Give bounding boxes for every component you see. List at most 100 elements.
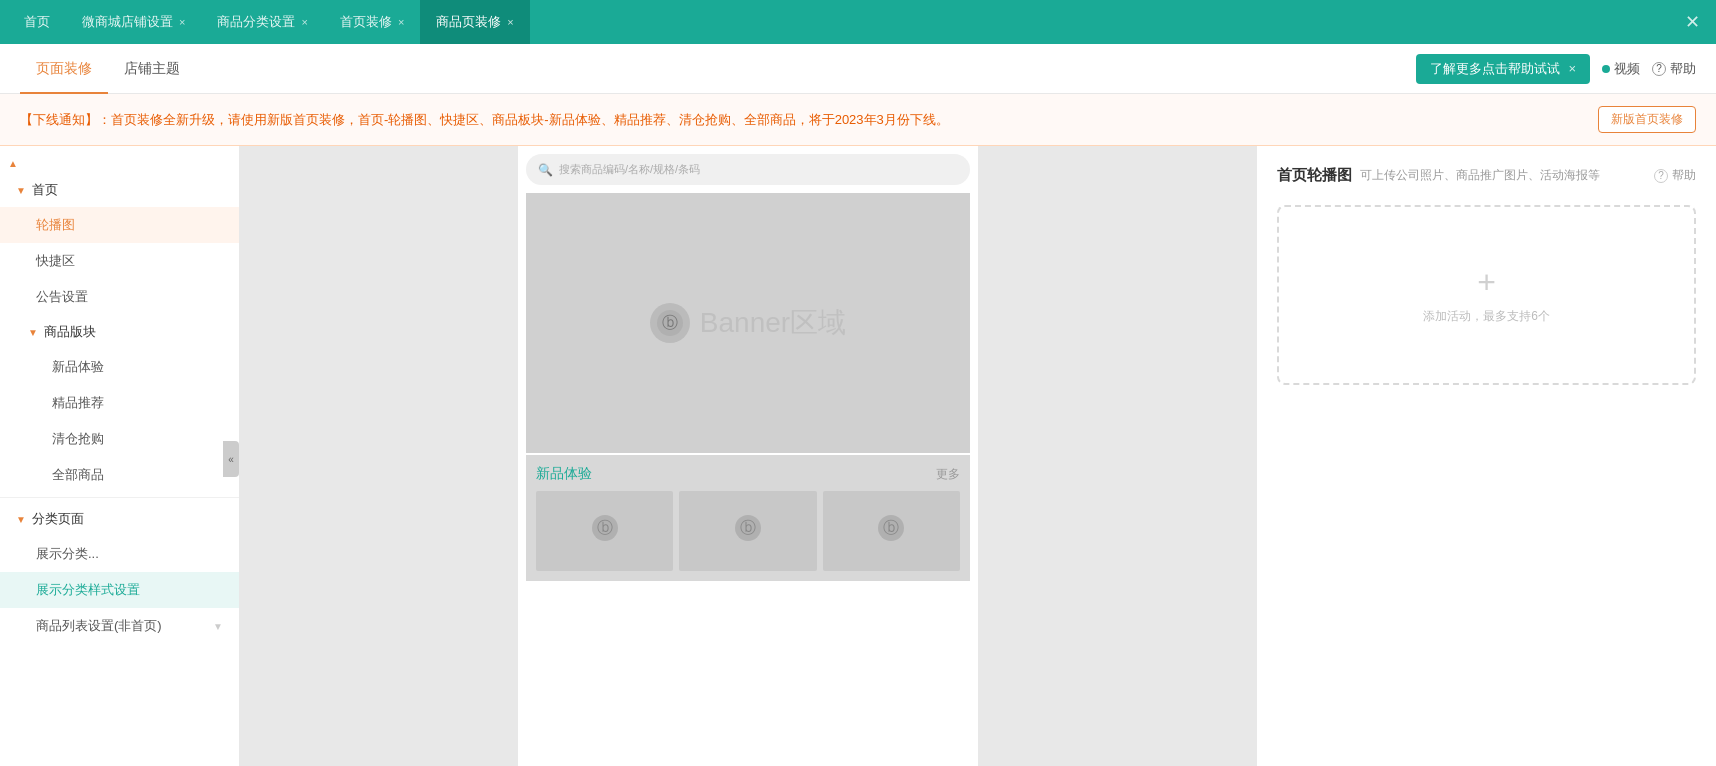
sidebar-item-new-exp-label: 新品体验 (52, 359, 104, 374)
svg-text:ⓑ: ⓑ (883, 519, 899, 536)
sidebar-item-shortcuts[interactable]: 快捷区 (0, 243, 239, 279)
tab-store-settings-label: 微商城店铺设置 (82, 13, 173, 31)
sidebar-group-products-label: 商品版块 (44, 323, 96, 341)
right-panel-help-label: 帮助 (1672, 167, 1696, 184)
product-thumb-2: ⓑ (679, 491, 816, 571)
product-section: 新品体验 更多 ⓑ ⓑ (526, 455, 970, 581)
sidebar-item-banner[interactable]: 轮播图 (0, 207, 239, 243)
sidebar-group-products[interactable]: ▼ 商品版块 (0, 315, 239, 349)
sidebar-item-show-category-label: 展示分类... (36, 546, 99, 561)
search-placeholder: 搜索商品编码/名称/规格/条码 (559, 162, 700, 177)
tab-home[interactable]: 首页 (8, 0, 66, 44)
chevron-left-icon: « (228, 454, 234, 465)
sub-nav-bar: 页面装修 店铺主题 了解更多点击帮助试试 × 视频 ? 帮助 (0, 44, 1716, 94)
sidebar-item-show-category[interactable]: 展示分类... (0, 536, 239, 572)
sidebar-item-banner-label: 轮播图 (36, 217, 75, 232)
help-banner[interactable]: 了解更多点击帮助试试 × (1416, 54, 1590, 84)
sidebar-item-featured[interactable]: 精品推荐 (0, 385, 239, 421)
right-panel-help-link[interactable]: ? 帮助 (1654, 167, 1696, 184)
product-grid: ⓑ ⓑ ⓑ (536, 491, 960, 571)
tab-store-settings[interactable]: 微商城店铺设置 × (66, 0, 201, 44)
upload-label: 添加活动，最多支持6个 (1423, 308, 1550, 325)
help-banner-close[interactable]: × (1568, 61, 1576, 76)
sidebar-item-all-products[interactable]: 全部商品 (0, 457, 239, 493)
sidebar-item-clearance-label: 清仓抢购 (52, 431, 104, 446)
brand-icon: ⓑ (650, 303, 690, 343)
product-icon-2: ⓑ (732, 512, 764, 551)
sidebar-item-product-list-label: 商品列表设置(非首页) (36, 617, 162, 635)
tab-page-decor-label: 页面装修 (36, 60, 92, 78)
preview-area: 🔍 搜索商品编码/名称/规格/条码 ⓑ Banner区域 (240, 146, 1256, 766)
tab-product-decor[interactable]: 商品页装修 × (420, 0, 529, 44)
sidebar-item-product-list-settings[interactable]: 商品列表设置(非首页) ▼ (0, 608, 239, 644)
sub-nav-right: 了解更多点击帮助试试 × 视频 ? 帮助 (1416, 54, 1696, 84)
sidebar-group-homepage[interactable]: ▼ 首页 (0, 173, 239, 207)
sidebar-item-category-style-label: 展示分类样式设置 (36, 582, 140, 597)
sidebar-group-category[interactable]: ▼ 分类页面 (0, 502, 239, 536)
question-circle-icon: ? (1654, 169, 1668, 183)
tab-category-settings[interactable]: 商品分类设置 × (201, 0, 323, 44)
tab-homepage-decor-close[interactable]: × (398, 16, 404, 28)
sidebar-group-homepage-label: 首页 (32, 181, 58, 199)
tab-homepage-decor[interactable]: 首页装修 × (324, 0, 420, 44)
sidebar-item-new-exp[interactable]: 新品体验 (0, 349, 239, 385)
sidebar-item-notice[interactable]: 公告设置 (0, 279, 239, 315)
collapse-arrow-home[interactable]: ▲ (8, 158, 18, 169)
plus-icon: + (1477, 266, 1496, 298)
svg-text:ⓑ: ⓑ (740, 519, 756, 536)
phone-search-bar[interactable]: 🔍 搜索商品编码/名称/规格/条码 (526, 154, 970, 185)
new-version-button[interactable]: 新版首页装修 (1598, 106, 1696, 133)
expand-icon: ▼ (213, 621, 223, 632)
video-link[interactable]: 视频 (1602, 60, 1640, 78)
sidebar-divider-1 (0, 497, 239, 498)
sidebar-toggle-button[interactable]: « (223, 441, 239, 477)
right-panel-title-row: 首页轮播图 可上传公司照片、商品推广图片、活动海报等 ? 帮助 (1277, 166, 1696, 185)
sidebar-item-notice-label: 公告设置 (36, 289, 88, 304)
notice-bar: 【下线通知】：首页装修全新升级，请使用新版首页装修，首页-轮播图、快捷区、商品板… (0, 94, 1716, 146)
banner-text-label: Banner区域 (700, 304, 846, 342)
tab-page-decor[interactable]: 页面装修 (20, 44, 108, 94)
sidebar-item-featured-label: 精品推荐 (52, 395, 104, 410)
product-thumb-1: ⓑ (536, 491, 673, 571)
arrow-category-icon: ▼ (16, 514, 26, 525)
help-banner-text: 了解更多点击帮助试试 (1430, 60, 1560, 78)
arrow-products-icon: ▼ (28, 327, 38, 338)
main-content: « ▲ ▼ 首页 轮播图 快捷区 公告设置 ▼ 商 (0, 146, 1716, 766)
tab-home-label: 首页 (24, 13, 50, 31)
window-close-button[interactable]: ✕ (1677, 11, 1708, 33)
right-panel-subtitle: 可上传公司照片、商品推广图片、活动海报等 (1360, 167, 1600, 184)
tab-product-decor-close[interactable]: × (507, 16, 513, 28)
banner-logo: ⓑ Banner区域 (650, 303, 846, 343)
sidebar-group-category-label: 分类页面 (32, 510, 84, 528)
search-icon: 🔍 (538, 163, 553, 177)
tab-store-theme-label: 店铺主题 (124, 60, 180, 78)
phone-preview: 🔍 搜索商品编码/名称/规格/条码 ⓑ Banner区域 (518, 146, 978, 766)
right-panel-title: 首页轮播图 (1277, 166, 1352, 185)
question-icon: ? (1652, 62, 1666, 76)
product-section-title: 新品体验 (536, 465, 592, 483)
tab-product-decor-label: 商品页装修 (436, 13, 501, 31)
product-thumb-3: ⓑ (823, 491, 960, 571)
top-nav-bar: 首页 微商城店铺设置 × 商品分类设置 × 首页装修 × 商品页装修 × ✕ (0, 0, 1716, 44)
svg-text:ⓑ: ⓑ (662, 314, 678, 331)
notice-bar-text: 【下线通知】：首页装修全新升级，请使用新版首页装修，首页-轮播图、快捷区、商品板… (20, 111, 949, 129)
product-icon-3: ⓑ (875, 512, 907, 551)
sidebar-item-all-products-label: 全部商品 (52, 467, 104, 482)
help-link[interactable]: ? 帮助 (1652, 60, 1696, 78)
product-section-header: 新品体验 更多 (536, 465, 960, 483)
product-section-more: 更多 (936, 466, 960, 483)
arrow-home-icon: ▼ (16, 185, 26, 196)
sidebar-item-category-style[interactable]: 展示分类样式设置 (0, 572, 239, 608)
tab-category-settings-label: 商品分类设置 (217, 13, 295, 31)
banner-area: ⓑ Banner区域 (526, 193, 970, 453)
tab-store-theme[interactable]: 店铺主题 (108, 44, 196, 94)
sidebar-item-clearance[interactable]: 清仓抢购 (0, 421, 239, 457)
right-panel: 首页轮播图 可上传公司照片、商品推广图片、活动海报等 ? 帮助 + 添加活动，最… (1256, 146, 1716, 766)
upload-area[interactable]: + 添加活动，最多支持6个 (1277, 205, 1696, 385)
tab-store-settings-close[interactable]: × (179, 16, 185, 28)
tab-category-settings-close[interactable]: × (301, 16, 307, 28)
tab-homepage-decor-label: 首页装修 (340, 13, 392, 31)
video-dot-icon (1602, 65, 1610, 73)
svg-text:ⓑ: ⓑ (597, 519, 613, 536)
sidebar-section-homepage: ▲ ▼ 首页 轮播图 快捷区 公告设置 ▼ 商品版块 新品体验 (0, 146, 239, 652)
